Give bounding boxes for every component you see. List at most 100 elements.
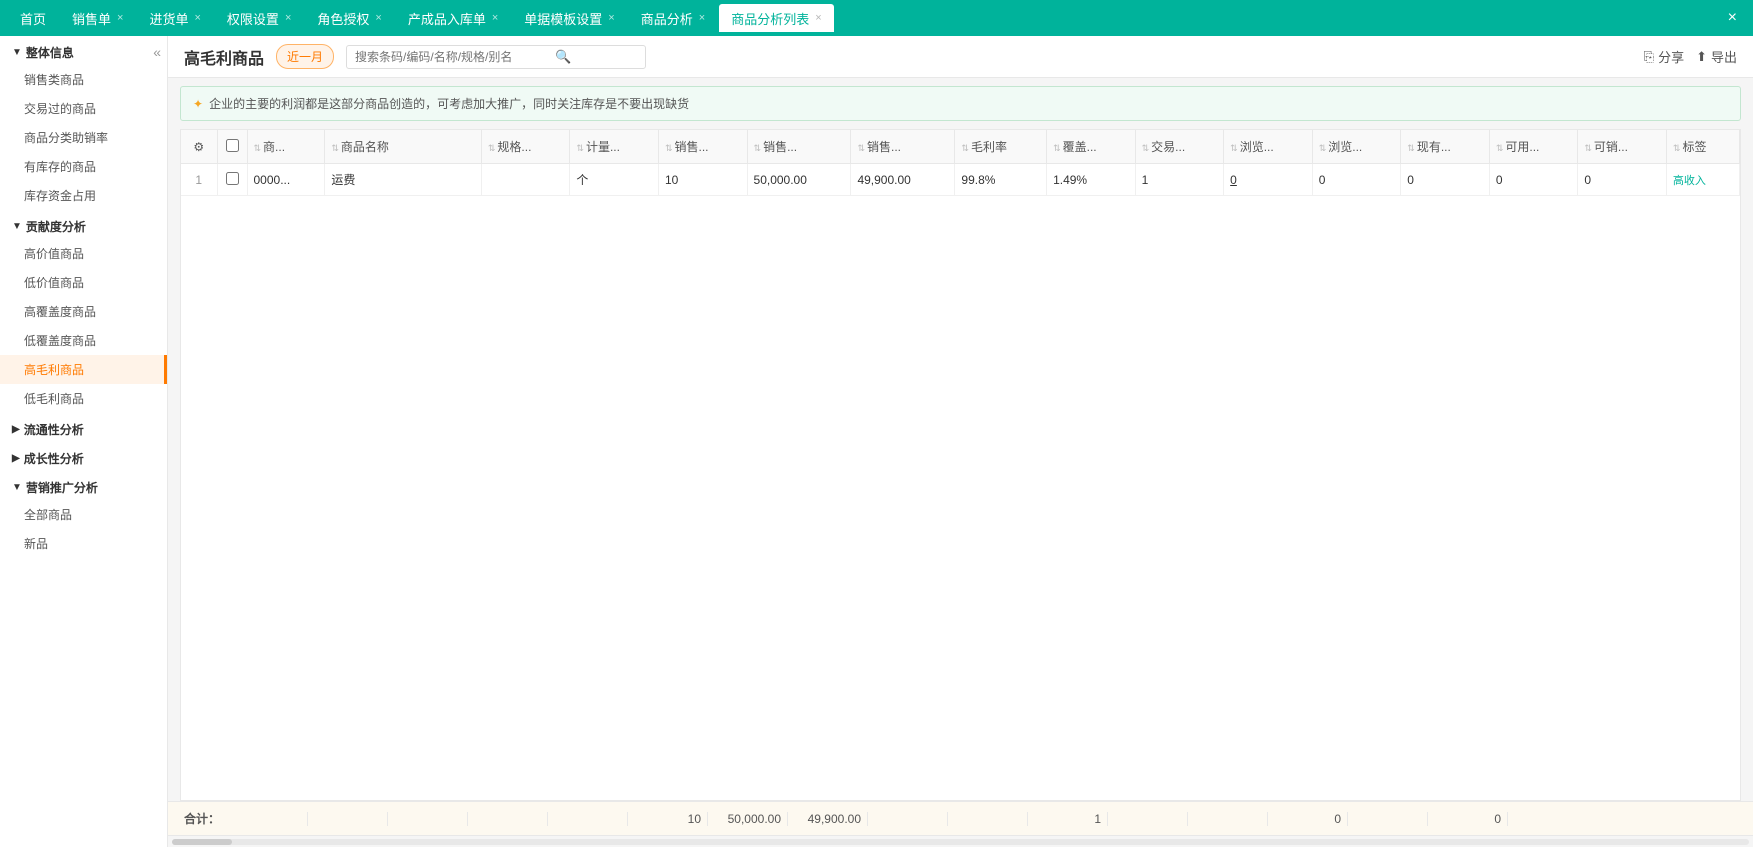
sidebar-group-overall[interactable]: ▼ 整体信息: [0, 36, 167, 65]
search-box: 🔍: [346, 45, 646, 69]
nav-tab-product-in[interactable]: 产成品入库单 ×: [396, 4, 510, 32]
export-button[interactable]: ⬆ 导出: [1696, 47, 1737, 66]
col-gross-rate[interactable]: ⇅毛利率: [955, 130, 1047, 164]
nav-tab-purchase[interactable]: 进货单 ×: [137, 4, 212, 32]
data-table-wrapper: ⚙ ⇅商... ⇅商品名称 ⇅规格... ⇅计量... ⇅销售... ⇅销售..…: [180, 129, 1741, 801]
sidebar-item-category-rate[interactable]: 商品分类助销率: [0, 123, 167, 152]
close-roles-tab[interactable]: ×: [375, 12, 381, 24]
footer-cell-transaction: 1: [1028, 812, 1108, 826]
sidebar-group-growth[interactable]: ▶ 成长性分析: [0, 442, 167, 471]
sidebar-item-low-coverage[interactable]: 低覆盖度商品: [0, 326, 167, 355]
nav-tab-permissions[interactable]: 权限设置 ×: [215, 4, 303, 32]
sort-icon-5: ⇅: [665, 143, 673, 153]
col-coverage[interactable]: ⇅覆盖...: [1047, 130, 1136, 164]
share-button[interactable]: ⎘ 分享: [1644, 47, 1684, 66]
col-stock-avail[interactable]: ⇅可用...: [1489, 130, 1578, 164]
col-sales-cost[interactable]: ⇅销售...: [851, 130, 955, 164]
col-name[interactable]: ⇅商品名称: [325, 130, 482, 164]
select-all-checkbox[interactable]: [226, 139, 239, 152]
nav-tab-goods-analysis[interactable]: 商品分析 ×: [629, 4, 717, 32]
cell-browse1[interactable]: 0: [1224, 164, 1313, 196]
row-checkbox[interactable]: [226, 172, 239, 185]
sidebar-collapse-button[interactable]: «: [153, 44, 161, 60]
sidebar: « ▼ 整体信息 销售类商品 交易过的商品 商品分类助销率 有库存的商品 库存资…: [0, 36, 168, 847]
arrow-right-icon-2: ▶: [12, 453, 20, 464]
header-actions: ⎘ 分享 ⬆ 导出: [1644, 47, 1737, 66]
sidebar-item-in-stock[interactable]: 有库存的商品: [0, 152, 167, 181]
sort-icon-12: ⇅: [1319, 143, 1327, 153]
sidebar-item-high-coverage[interactable]: 高覆盖度商品: [0, 297, 167, 326]
col-checkbox[interactable]: [217, 130, 247, 164]
footer-cell-stock-sale: 0: [1428, 812, 1508, 826]
sidebar-item-low-value[interactable]: 低价值商品: [0, 268, 167, 297]
col-transaction[interactable]: ⇅交易...: [1135, 130, 1224, 164]
close-purchase-tab[interactable]: ×: [194, 12, 200, 24]
close-goods-analysis-list-tab[interactable]: ×: [815, 12, 821, 24]
sidebar-item-high-margin[interactable]: 高毛利商品: [0, 355, 167, 384]
content-header: 高毛利商品 近一月 🔍 ⎘ 分享 ⬆ 导出: [168, 36, 1753, 78]
sort-icon: ⇅: [254, 143, 262, 153]
cell-coverage: 1.49%: [1047, 164, 1136, 196]
sidebar-item-high-value[interactable]: 高价值商品: [0, 239, 167, 268]
col-spec[interactable]: ⇅规格...: [481, 130, 570, 164]
arrow-right-icon: ▶: [12, 424, 20, 435]
window-close-button[interactable]: ×: [1720, 9, 1745, 27]
sidebar-group-contribution[interactable]: ▼ 贡献度分析: [0, 210, 167, 239]
cell-browse2: 0: [1312, 164, 1401, 196]
cell-name: 运费: [325, 164, 482, 196]
close-template-tab[interactable]: ×: [608, 12, 614, 24]
col-browse1[interactable]: ⇅浏览...: [1224, 130, 1313, 164]
col-settings[interactable]: ⚙: [181, 130, 217, 164]
footer-cell-num: [228, 812, 308, 826]
footer-cell-stock-current: 0: [1268, 812, 1348, 826]
table-header-row: ⚙ ⇅商... ⇅商品名称 ⇅规格... ⇅计量... ⇅销售... ⇅销售..…: [181, 130, 1740, 164]
filter-month-button[interactable]: 近一月: [276, 44, 334, 69]
close-product-in-tab[interactable]: ×: [492, 12, 498, 24]
col-browse2[interactable]: ⇅浏览...: [1312, 130, 1401, 164]
cell-tag: 高收入: [1666, 164, 1739, 196]
col-sales-amt[interactable]: ⇅销售...: [747, 130, 851, 164]
cell-sales-cost: 49,900.00: [851, 164, 955, 196]
sidebar-item-new-goods[interactable]: 新品: [0, 529, 167, 558]
close-sales-tab[interactable]: ×: [117, 12, 123, 24]
nav-tab-sales[interactable]: 销售单 ×: [60, 4, 135, 32]
sort-icon-6: ⇅: [754, 143, 762, 153]
col-stock-sale[interactable]: ⇅可销...: [1578, 130, 1667, 164]
col-tag[interactable]: ⇅标签: [1666, 130, 1739, 164]
top-navigation: 首页 销售单 × 进货单 × 权限设置 × 角色授权 × 产成品入库单 × 单据…: [0, 0, 1753, 36]
col-sales-qty[interactable]: ⇅销售...: [658, 130, 747, 164]
sidebar-group-marketing[interactable]: ▼ 营销推广分析: [0, 471, 167, 500]
nav-tab-roles[interactable]: 角色授权 ×: [305, 4, 393, 32]
sort-icon-8: ⇅: [961, 143, 969, 153]
cell-checkbox[interactable]: [217, 164, 247, 196]
sidebar-item-all-goods[interactable]: 全部商品: [0, 500, 167, 529]
nav-tab-template[interactable]: 单据模板设置 ×: [512, 4, 626, 32]
search-input[interactable]: [355, 50, 555, 64]
sidebar-item-sales-goods[interactable]: 销售类商品: [0, 65, 167, 94]
sidebar-group-liquidity[interactable]: ▶ 流通性分析: [0, 413, 167, 442]
scrollbar-thumb[interactable]: [172, 839, 232, 845]
close-permissions-tab[interactable]: ×: [285, 12, 291, 24]
sidebar-item-low-margin[interactable]: 低毛利商品: [0, 384, 167, 413]
cell-gross-rate: 99.8%: [955, 164, 1047, 196]
col-code[interactable]: ⇅商...: [247, 130, 325, 164]
arrow-down-icon-3: ▼: [12, 482, 22, 493]
horizontal-scrollbar[interactable]: [168, 835, 1753, 847]
cell-stock-avail: 0: [1489, 164, 1578, 196]
footer-cell-spec: [468, 812, 548, 826]
cell-spec: [481, 164, 570, 196]
footer-totals: 合计： 10 50,000.00 49,900.00 1 0 0: [168, 801, 1753, 835]
sidebar-item-traded-goods[interactable]: 交易过的商品: [0, 94, 167, 123]
sort-icon-3: ⇅: [488, 143, 496, 153]
search-icon[interactable]: 🔍: [555, 49, 571, 65]
sort-icon-15: ⇅: [1584, 143, 1592, 153]
sort-icon-4: ⇅: [576, 143, 584, 153]
col-stock-current[interactable]: ⇅现有...: [1401, 130, 1490, 164]
nav-tab-goods-analysis-list[interactable]: 商品分析列表 ×: [719, 4, 833, 32]
nav-tab-home[interactable]: 首页: [8, 4, 58, 32]
col-unit[interactable]: ⇅计量...: [570, 130, 659, 164]
close-goods-analysis-tab[interactable]: ×: [699, 12, 705, 24]
footer-cell-unit: [548, 812, 628, 826]
sidebar-item-stock-capital[interactable]: 库存资金占用: [0, 181, 167, 210]
footer-cell-coverage: [948, 812, 1028, 826]
